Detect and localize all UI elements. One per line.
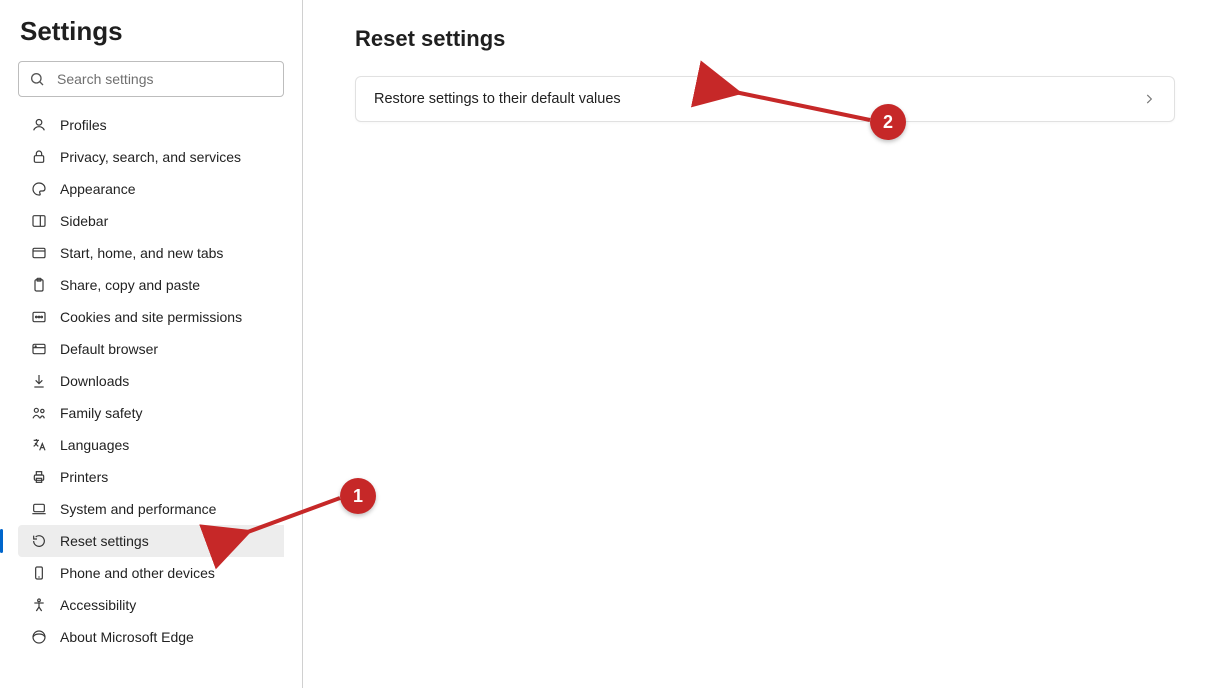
sidebar-item-share-copy-paste[interactable]: Share, copy and paste [18, 269, 284, 301]
sidebar-item-label: Reset settings [60, 533, 149, 549]
printer-icon [30, 468, 48, 486]
sidebar-item-label: Privacy, search, and services [60, 149, 241, 165]
language-icon [30, 436, 48, 454]
page-title: Reset settings [355, 26, 1175, 52]
window-icon [30, 244, 48, 262]
sidebar-item-phone-devices[interactable]: Phone and other devices [18, 557, 284, 589]
sidebar-item-system-perf[interactable]: System and performance [18, 493, 284, 525]
restore-settings-button[interactable]: Restore settings to their default values [355, 76, 1175, 122]
phone-icon [30, 564, 48, 582]
sidebar-item-label: Start, home, and new tabs [60, 245, 223, 261]
sidebar-item-accessibility[interactable]: Accessibility [18, 589, 284, 621]
settings-sidebar: Settings Profiles Privacy, search, and [0, 0, 303, 688]
sidebar-item-label: Share, copy and paste [60, 277, 200, 293]
sidebar-item-about[interactable]: About Microsoft Edge [18, 621, 284, 653]
sidebar-icon [30, 212, 48, 230]
lock-icon [30, 148, 48, 166]
sidebar-item-default-browser[interactable]: Default browser [18, 333, 284, 365]
profile-icon [30, 116, 48, 134]
sidebar-item-label: Printers [60, 469, 108, 485]
main-panel: Reset settings Restore settings to their… [303, 0, 1215, 688]
cookies-icon [30, 308, 48, 326]
download-icon [30, 372, 48, 390]
sidebar-item-family-safety[interactable]: Family safety [18, 397, 284, 429]
sidebar-item-cookies[interactable]: Cookies and site permissions [18, 301, 284, 333]
sidebar-item-privacy[interactable]: Privacy, search, and services [18, 141, 284, 173]
reset-icon [30, 532, 48, 550]
laptop-icon [30, 500, 48, 518]
sidebar-item-label: Accessibility [60, 597, 136, 613]
sidebar-item-label: Sidebar [60, 213, 108, 229]
sidebar-item-sidebar[interactable]: Sidebar [18, 205, 284, 237]
sidebar-item-label: Phone and other devices [60, 565, 215, 581]
sidebar-item-languages[interactable]: Languages [18, 429, 284, 461]
family-icon [30, 404, 48, 422]
sidebar-item-profiles[interactable]: Profiles [18, 109, 284, 141]
sidebar-item-reset-settings[interactable]: Reset settings [18, 525, 284, 557]
clipboard-icon [30, 276, 48, 294]
search-icon [19, 71, 55, 87]
sidebar-item-start-home-tabs[interactable]: Start, home, and new tabs [18, 237, 284, 269]
restore-settings-label: Restore settings to their default values [374, 91, 621, 107]
chevron-right-icon [1142, 92, 1156, 106]
sidebar-item-appearance[interactable]: Appearance [18, 173, 284, 205]
appearance-icon [30, 180, 48, 198]
sidebar-item-label: Cookies and site permissions [60, 309, 242, 325]
sidebar-item-label: Family safety [60, 405, 142, 421]
sidebar-item-label: Default browser [60, 341, 158, 357]
sidebar-item-printers[interactable]: Printers [18, 461, 284, 493]
browser-icon [30, 340, 48, 358]
search-settings[interactable] [18, 61, 284, 97]
sidebar-item-label: Profiles [60, 117, 107, 133]
sidebar-title: Settings [0, 0, 302, 61]
search-input[interactable] [55, 62, 283, 96]
sidebar-nav: Profiles Privacy, search, and services A… [0, 109, 302, 653]
sidebar-item-label: System and performance [60, 501, 216, 517]
sidebar-item-downloads[interactable]: Downloads [18, 365, 284, 397]
edge-icon [30, 628, 48, 646]
sidebar-item-label: Appearance [60, 181, 136, 197]
sidebar-item-label: About Microsoft Edge [60, 629, 194, 645]
sidebar-item-label: Languages [60, 437, 129, 453]
sidebar-item-label: Downloads [60, 373, 129, 389]
accessibility-icon [30, 596, 48, 614]
